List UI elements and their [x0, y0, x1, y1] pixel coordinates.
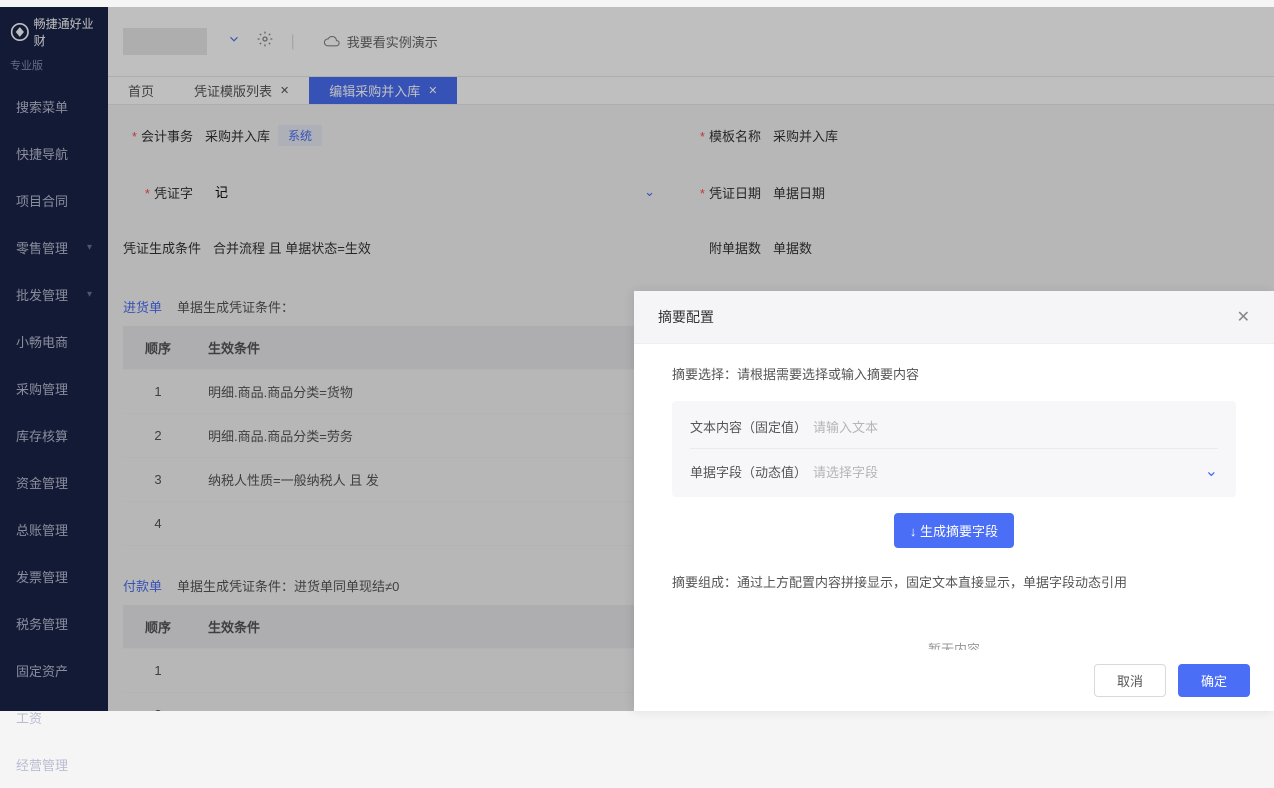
field-select-row[interactable]: 单据字段（动态值） 请选择字段 ⌄ [690, 449, 1218, 493]
text-placeholder: 请输入文本 [813, 417, 1218, 436]
cancel-button[interactable]: 取消 [1094, 664, 1166, 697]
summary-config-modal: 摘要配置 ✕ 摘要选择：请根据需要选择或输入摘要内容 文本内容（固定值） 请输入… [634, 291, 1274, 711]
generate-button[interactable]: 生成摘要字段 [894, 513, 1014, 548]
chevron-down-icon: ⌄ [1205, 461, 1218, 481]
empty-state: 暂无内容 [672, 609, 1236, 650]
text-label: 文本内容（固定值） [690, 417, 807, 436]
close-icon[interactable]: ✕ [1237, 307, 1250, 327]
input-group: 文本内容（固定值） 请输入文本 单据字段（动态值） 请选择字段 ⌄ [672, 401, 1236, 497]
modal-title: 摘要配置 [658, 307, 714, 327]
sidebar-item-label: 经营管理 [16, 755, 68, 774]
modal-body: 摘要选择：请根据需要选择或输入摘要内容 文本内容（固定值） 请输入文本 单据字段… [634, 344, 1274, 650]
field-label: 单据字段（动态值） [690, 462, 807, 481]
modal-header: 摘要配置 ✕ [634, 291, 1274, 344]
text-input-row[interactable]: 文本内容（固定值） 请输入文本 [690, 405, 1218, 449]
select-hint: 摘要选择：请根据需要选择或输入摘要内容 [672, 364, 1236, 383]
compose-hint: 摘要组成：通过上方配置内容拼接显示，固定文本直接显示，单据字段动态引用 [672, 572, 1236, 591]
field-placeholder: 请选择字段 [813, 462, 1205, 481]
modal-footer: 取消 确定 [634, 650, 1274, 711]
ok-button[interactable]: 确定 [1178, 664, 1250, 697]
sidebar-item[interactable]: 经营管理 [0, 741, 108, 788]
